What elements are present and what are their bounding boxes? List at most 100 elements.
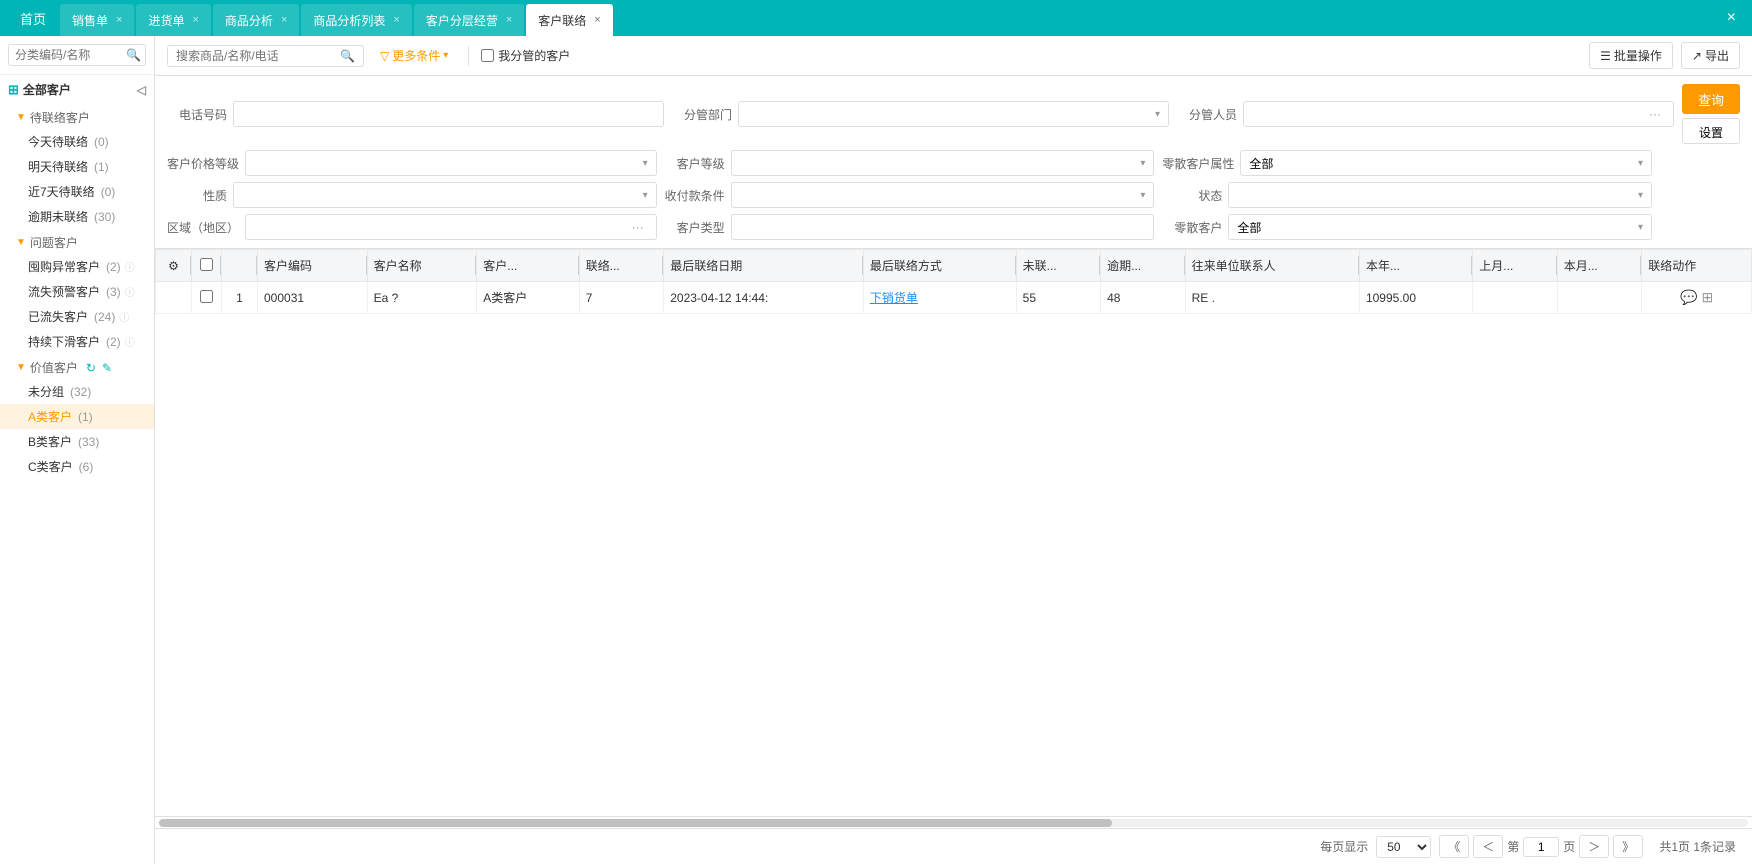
close-tab-goods-list[interactable]: × [393, 14, 399, 26]
close-tab-customer-contact[interactable]: × [594, 14, 600, 26]
sidebar-collapse-btn[interactable]: ◁ [137, 83, 146, 97]
settings-button[interactable]: 设置 [1682, 118, 1740, 144]
close-tab-goods[interactable]: × [281, 14, 287, 26]
filter-status-select[interactable]: ▾ [1228, 182, 1652, 208]
sidebar-item-unclassified[interactable]: 未分组 (32) [0, 379, 154, 404]
col-header-gear[interactable]: ⚙ [156, 250, 192, 282]
col-header-this-year[interactable]: 本年... [1359, 250, 1472, 282]
col-header-unit-contact[interactable]: 往来单位联系人 [1185, 250, 1359, 282]
dept-chevron-icon: ▾ [1155, 109, 1160, 120]
section-arrow-waiting: ▼ [16, 112, 26, 123]
sidebar-item-hoarding[interactable]: 囤购异常客户 (2) ⓘ [0, 254, 154, 279]
filter-price-level-select[interactable]: ▾ [245, 150, 657, 176]
col-header-type[interactable]: 客户... [477, 250, 579, 282]
action-icons: 💬 ⊞ [1648, 289, 1745, 306]
last-method-link[interactable]: 下销货单 [870, 291, 918, 305]
region-dots-icon[interactable]: ··· [628, 220, 648, 234]
export-button[interactable]: ↗ 导出 [1681, 42, 1740, 69]
col-header-overdue[interactable]: 逾期... [1101, 250, 1185, 282]
row-name[interactable]: Ea ? [367, 282, 477, 314]
nav-tab-sales[interactable]: 销售单 × [60, 4, 134, 36]
sidebar-item-a-class[interactable]: A类客户 (1) [0, 404, 154, 429]
sidebar-group-label: 全部客户 [23, 81, 71, 98]
edit-icon[interactable]: ✎ [102, 361, 112, 375]
my-customers-check-input[interactable] [481, 49, 494, 62]
sidebar-item-overdue[interactable]: 逾期未联络 (30) [0, 204, 154, 229]
col-header-this-month[interactable]: 本月... [1557, 250, 1641, 282]
select-all-checkbox[interactable] [200, 258, 213, 271]
chat-icon[interactable]: 💬 [1680, 289, 1697, 306]
page-size-select[interactable]: 50 100 [1376, 836, 1431, 858]
horizontal-scrollbar[interactable] [155, 816, 1752, 828]
nav-tab-purchase[interactable]: 进货单 × [136, 4, 210, 36]
col-header-name[interactable]: 客户名称 [367, 250, 477, 282]
sidebar-item-c-class[interactable]: C类客户 (6) [0, 454, 154, 479]
close-tab-customer-mgr[interactable]: × [506, 14, 512, 26]
col-header-last-date[interactable]: 最后联络日期 [664, 250, 864, 282]
info-icon-declining: ⓘ [125, 334, 135, 349]
col-header-contact-count[interactable]: 联络... [579, 250, 663, 282]
col-header-check[interactable] [192, 250, 222, 282]
query-button[interactable]: 查询 [1682, 84, 1740, 114]
col-header-not-contacted[interactable]: 未联... [1016, 250, 1100, 282]
first-page-btn[interactable]: 《 [1439, 835, 1469, 858]
close-tab-purchase[interactable]: × [192, 14, 198, 26]
filter-customer-level-select[interactable]: ▾ [731, 150, 1155, 176]
nav-tab-customer-contact[interactable]: 客户联络 × [526, 4, 612, 36]
col-header-code[interactable]: 客户编码 [258, 250, 368, 282]
page-input[interactable] [1523, 837, 1559, 857]
filter-divider [468, 46, 469, 66]
filter-payment-select[interactable]: ▾ [731, 182, 1155, 208]
retail-chevron-icon: ▾ [1638, 222, 1643, 233]
nav-home[interactable]: 首页 [8, 0, 58, 36]
nav-tab-goods[interactable]: 商品分析 × [213, 4, 299, 36]
filter-retail-attr-select[interactable]: 全部 ▾ [1240, 150, 1652, 176]
filter-person: 分管人员 ··· [1177, 101, 1674, 127]
filter-region-select[interactable]: ··· [245, 214, 657, 240]
filter-bar: 🔍 ▽ 更多条件 ▾ 我分管的客户 ☰ 批量操作 ↗ 导出 [155, 36, 1752, 76]
filter-more-btn[interactable]: ▽ 更多条件 ▾ [372, 44, 456, 67]
scrollbar-thumb[interactable] [159, 819, 1112, 827]
window-close-button[interactable]: × [1719, 9, 1744, 27]
refresh-icon[interactable]: ↻ [86, 361, 96, 375]
row-overdue: 48 [1101, 282, 1185, 314]
filter-retail-attr-label: 零散客户属性 [1162, 155, 1234, 172]
chevron-down-icon: ▾ [443, 50, 448, 61]
my-customers-checkbox[interactable]: 我分管的客户 [481, 47, 570, 64]
close-tab-sales[interactable]: × [116, 14, 122, 26]
filter-retail-select[interactable]: 全部 ▾ [1228, 214, 1652, 240]
batch-op-button[interactable]: ☰ 批量操作 [1589, 42, 1673, 69]
sidebar-all-customers[interactable]: ⊞ 全部客户 ◁ [0, 75, 154, 104]
filter-search-input[interactable] [176, 49, 336, 63]
next-page-btn[interactable]: ＞ [1579, 835, 1609, 858]
sidebar-item-churn-warning[interactable]: 流失预警客户 (3) ⓘ [0, 279, 154, 304]
nav-tab-goods-list[interactable]: 商品分析列表 × [301, 4, 411, 36]
person-dots-icon[interactable]: ··· [1645, 107, 1665, 121]
sidebar-item-tomorrow[interactable]: 明天待联络 (1) [0, 154, 154, 179]
share-icon[interactable]: ⊞ [1701, 289, 1713, 306]
filter-customer-type-input[interactable] [731, 214, 1155, 240]
filter-nature-select[interactable]: ▾ [233, 182, 657, 208]
sidebar-item-today[interactable]: 今天待联络 (0) [0, 129, 154, 154]
sidebar-item-7days[interactable]: 近7天待联络 (0) [0, 179, 154, 204]
col-header-last-month[interactable]: 上月... [1473, 250, 1557, 282]
row-check[interactable] [192, 282, 222, 314]
col-header-num [222, 250, 258, 282]
prev-page-btn[interactable]: ＜ [1473, 835, 1503, 858]
filter-phone-input[interactable] [233, 101, 664, 127]
last-page-btn[interactable]: 》 [1613, 835, 1643, 858]
col-header-last-method[interactable]: 最后联络方式 [863, 250, 1016, 282]
sidebar-item-b-class[interactable]: B类客户 (33) [0, 429, 154, 454]
col-header-action[interactable]: 联络动作 [1642, 250, 1752, 282]
sidebar-item-churned[interactable]: 已流失客户 (24) ⓘ [0, 304, 154, 329]
filter-icon: ▽ [380, 49, 389, 63]
nav-tab-customer-mgr[interactable]: 客户分层经营 × [414, 4, 524, 36]
filter-search-box: 🔍 [167, 45, 364, 67]
filter-customer-type: 客户类型 [665, 214, 1155, 240]
filter-person-select[interactable]: ··· [1243, 101, 1674, 127]
filter-dept-select[interactable]: ▾ [738, 101, 1169, 127]
row-checkbox[interactable] [200, 290, 213, 303]
row-last-method[interactable]: 下销货单 [863, 282, 1016, 314]
scrollbar-track[interactable] [159, 819, 1748, 827]
sidebar-item-declining[interactable]: 持续下滑客户 (2) ⓘ [0, 329, 154, 354]
